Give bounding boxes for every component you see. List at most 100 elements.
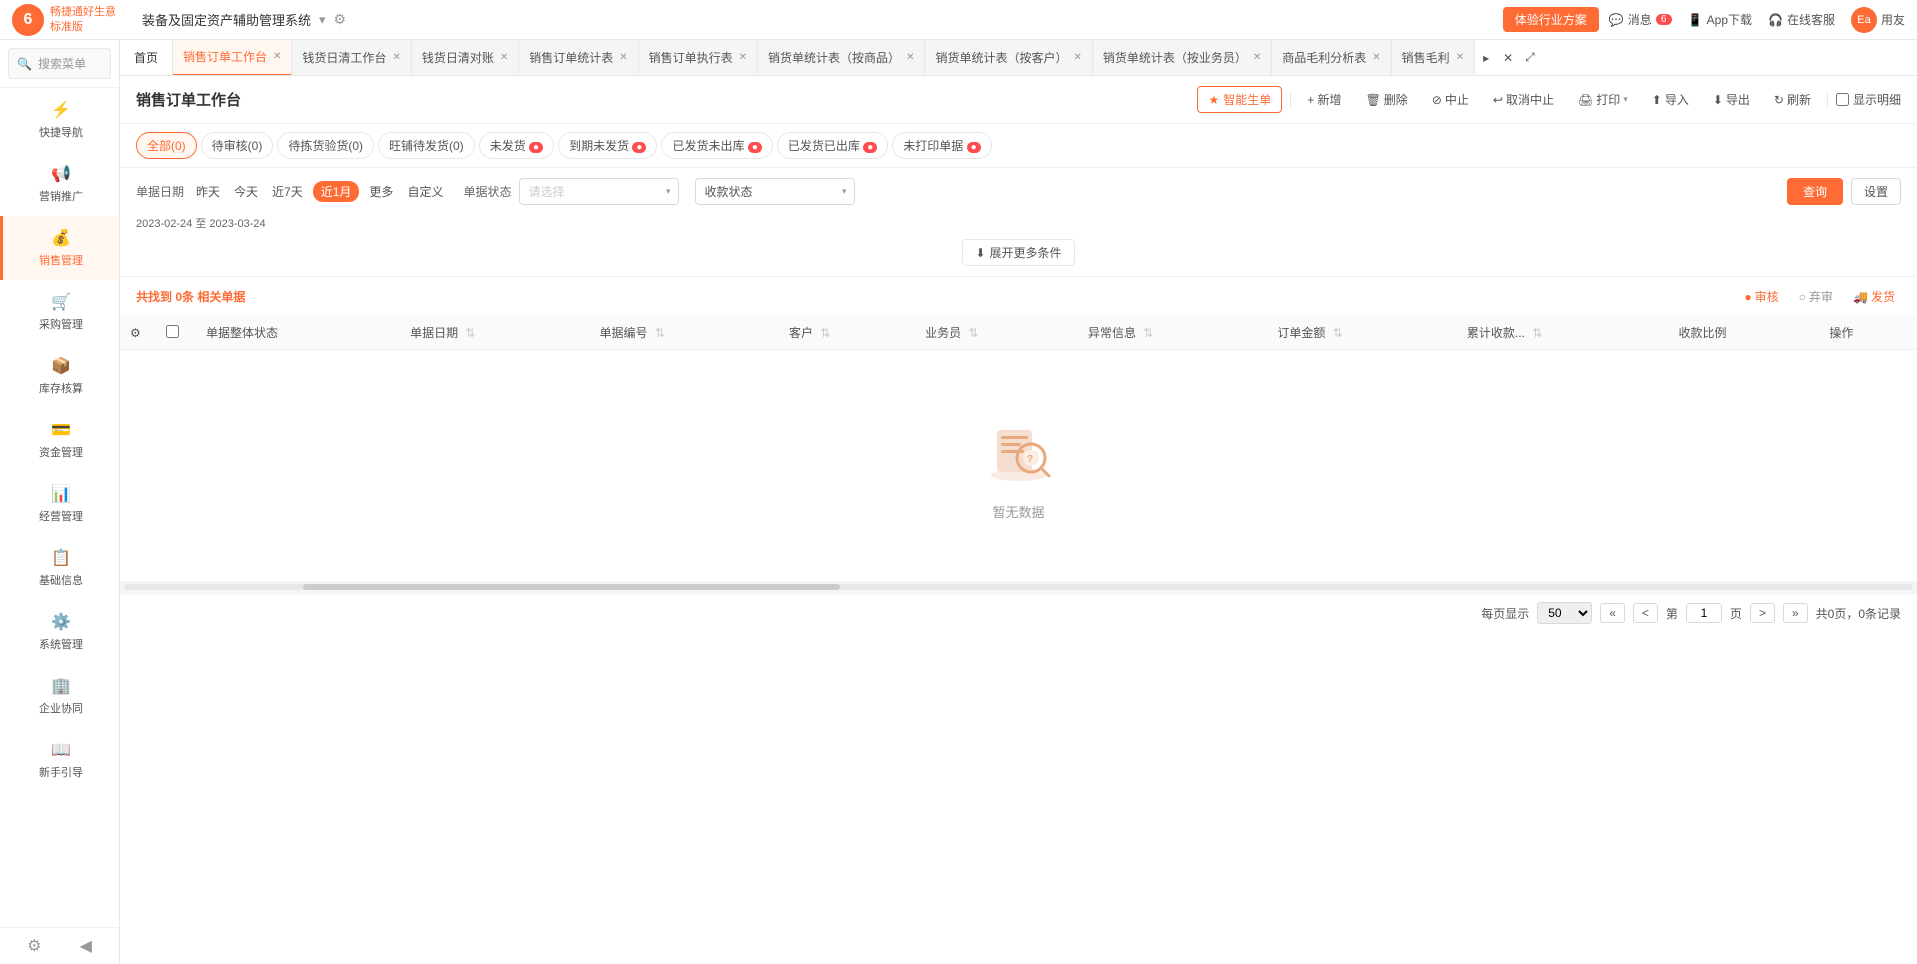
tab-sales-more-close[interactable]: ✕ (1456, 52, 1464, 63)
date-sort-icon[interactable]: ⇅ (465, 326, 475, 340)
sidebar-item-guide[interactable]: 📖 新手引导 (0, 728, 119, 792)
show-detail-input[interactable] (1836, 93, 1849, 106)
online-service-action[interactable]: 🎧 在线客服 (1768, 11, 1835, 28)
last-page-button[interactable]: » (1783, 603, 1808, 623)
tab-sales-summary-staff[interactable]: 销货单统计表（按业务员） ✕ (1093, 40, 1272, 76)
stop-button[interactable]: ⊘ 中止 (1424, 87, 1477, 112)
sidebar-settings-button[interactable]: ⚙ (27, 936, 41, 956)
col-checkbox-header[interactable] (156, 316, 196, 350)
add-button[interactable]: + 新增 (1299, 87, 1349, 112)
tab-cash-reconcile-close[interactable]: ✕ (500, 52, 508, 63)
tab-sales-summary-product-close[interactable]: ✕ (906, 52, 914, 63)
user-action[interactable]: Ea 用友 (1851, 7, 1905, 33)
filter-tab-shipped-out[interactable]: 已发货已出库 ● (777, 132, 888, 159)
tab-sales-summary-customer-close[interactable]: ✕ (1073, 52, 1081, 63)
number-sort-icon[interactable]: ⇅ (655, 326, 665, 340)
sidebar-item-enterprise[interactable]: 🏢 企业协同 (0, 664, 119, 728)
next-page-button[interactable]: > (1750, 603, 1775, 623)
collected-sort-icon[interactable]: ⇅ (1532, 326, 1542, 340)
sidebar-item-marketing[interactable]: 📢 营销推广 (0, 152, 119, 216)
col-staff-header[interactable]: 业务员 ⇅ (915, 316, 1078, 350)
filter-tab-wangpu-ship[interactable]: 旺铺待发货(0) (378, 132, 475, 159)
tab-gross-margin-close[interactable]: ✕ (1372, 52, 1380, 63)
col-customer-header[interactable]: 客户 ⇅ (779, 316, 915, 350)
industry-button[interactable]: 体验行业方案 (1503, 7, 1599, 32)
tab-sales-stats-close[interactable]: ✕ (619, 52, 627, 63)
tab-cash-daily[interactable]: 钱货日清工作台 ✕ (292, 40, 411, 76)
col-abnormal-header[interactable]: 异常信息 ⇅ (1078, 316, 1267, 350)
filter-tab-all[interactable]: 全部(0) (136, 132, 197, 159)
tab-pin-button[interactable]: ✕ (1497, 51, 1519, 65)
status-select[interactable]: 请选择 ▾ (519, 178, 679, 205)
date-opt-yesterday[interactable]: 昨天 (192, 181, 224, 202)
sidebar-item-nav[interactable]: ⚡ 快捷导航 (0, 88, 119, 152)
tab-sales-exec-close[interactable]: ✕ (739, 52, 747, 63)
abnormal-sort-icon[interactable]: ⇅ (1143, 326, 1153, 340)
tab-sales-exec[interactable]: 销售订单执行表 ✕ (639, 40, 758, 76)
first-page-button[interactable]: « (1600, 603, 1625, 623)
tab-sales-more[interactable]: 销售毛利 ✕ (1392, 40, 1475, 76)
approve-action[interactable]: ● 审核 (1739, 285, 1785, 308)
tab-sales-workbench[interactable]: 销售订单工作台 ✕ (173, 40, 292, 76)
system-dropdown-icon[interactable]: ▾ (319, 12, 326, 28)
sidebar-search-button[interactable]: 🔍 搜索菜单 (8, 48, 111, 79)
export-button[interactable]: ⬇ 导出 (1705, 87, 1758, 112)
filter-tab-pending-review[interactable]: 待审核(0) (201, 132, 274, 159)
filter-tab-not-printed[interactable]: 未打印单据 ● (892, 132, 991, 159)
tab-sales-summary-customer[interactable]: 销货单统计表（按客户） ✕ (925, 40, 1092, 76)
col-collected-header[interactable]: 累计收款... ⇅ (1457, 316, 1669, 350)
ship-action[interactable]: 🚚 发货 (1847, 285, 1901, 308)
sidebar-item-basic[interactable]: 📋 基础信息 (0, 536, 119, 600)
page-input[interactable] (1686, 603, 1722, 623)
refresh-button[interactable]: ↻ 刷新 (1766, 87, 1819, 112)
tab-home[interactable]: 首页 (120, 40, 173, 76)
filter-tab-pending-inspect[interactable]: 待拣货验货(0) (277, 132, 374, 159)
show-detail-checkbox[interactable]: 显示明细 (1836, 91, 1901, 108)
col-settings-header[interactable]: ⚙ (120, 316, 156, 350)
settings-icon[interactable]: ⚙ (334, 11, 347, 28)
prev-page-button[interactable]: < (1633, 603, 1658, 623)
sidebar-item-inventory[interactable]: 📦 库存核算 (0, 344, 119, 408)
expand-filter-button[interactable]: ⬇ 展开更多条件 (962, 239, 1074, 266)
tab-sales-stats[interactable]: 销售订单统计表 ✕ (519, 40, 638, 76)
tab-gross-margin[interactable]: 商品毛利分析表 ✕ (1272, 40, 1391, 76)
scrollbar-thumb[interactable] (303, 584, 840, 590)
col-amount-header[interactable]: 订单金额 ⇅ (1267, 316, 1456, 350)
delete-button[interactable]: 🗑 删除 (1358, 87, 1416, 112)
filter-setting-button[interactable]: 设置 (1851, 178, 1901, 205)
date-opt-1month[interactable]: 近1月 (313, 181, 360, 202)
payment-select[interactable]: 收款状态 ▾ (695, 178, 855, 205)
tab-more-button[interactable]: ▸ (1475, 51, 1497, 65)
staff-sort-icon[interactable]: ⇅ (969, 326, 979, 340)
query-button[interactable]: 查询 (1787, 178, 1843, 205)
date-opt-7days[interactable]: 近7天 (268, 181, 307, 202)
import-button[interactable]: ⬆ 导入 (1644, 87, 1697, 112)
page-size-select[interactable]: 10 20 50 100 (1537, 602, 1592, 624)
filter-tab-not-shipped[interactable]: 未发货 ● (479, 132, 554, 159)
tab-sales-summary-product[interactable]: 销货单统计表（按商品） ✕ (758, 40, 925, 76)
customer-sort-icon[interactable]: ⇅ (820, 326, 830, 340)
tab-sales-summary-staff-close[interactable]: ✕ (1253, 52, 1261, 63)
col-number-header[interactable]: 单据编号 ⇅ (590, 316, 779, 350)
amount-sort-icon[interactable]: ⇅ (1333, 326, 1343, 340)
sidebar-item-purchase[interactable]: 🛒 采购管理 (0, 280, 119, 344)
cancel-action[interactable]: ○ 弃审 (1793, 285, 1839, 308)
sidebar-item-sales[interactable]: 💰 销售管理 (0, 216, 119, 280)
select-all-checkbox[interactable] (166, 325, 179, 338)
sidebar-item-operations[interactable]: 📊 经营管理 (0, 472, 119, 536)
tab-maximize-button[interactable]: ⤢ (1519, 50, 1541, 65)
tab-sales-workbench-close[interactable]: ✕ (273, 51, 281, 62)
sidebar-collapse-button[interactable]: ◀ (80, 936, 92, 956)
filter-tab-shipped-not-out[interactable]: 已发货未出库 ● (661, 132, 772, 159)
date-opt-more[interactable]: 更多 (365, 181, 397, 202)
cancel-stop-button[interactable]: ↩ 取消中止 (1485, 87, 1562, 112)
col-date-header[interactable]: 单据日期 ⇅ (400, 316, 589, 350)
tab-cash-daily-close[interactable]: ✕ (392, 52, 400, 63)
sidebar-item-system[interactable]: ⚙️ 系统管理 (0, 600, 119, 664)
message-action[interactable]: 💬 消息 6 (1609, 11, 1672, 28)
horizontal-scrollbar[interactable] (120, 581, 1917, 593)
app-download-action[interactable]: 📱 App下载 (1688, 11, 1752, 28)
filter-tab-overdue-ship[interactable]: 到期未发货 ● (558, 132, 657, 159)
smart-generate-button[interactable]: ★ 智能生单 (1197, 86, 1282, 113)
sidebar-item-finance[interactable]: 💳 资金管理 (0, 408, 119, 472)
